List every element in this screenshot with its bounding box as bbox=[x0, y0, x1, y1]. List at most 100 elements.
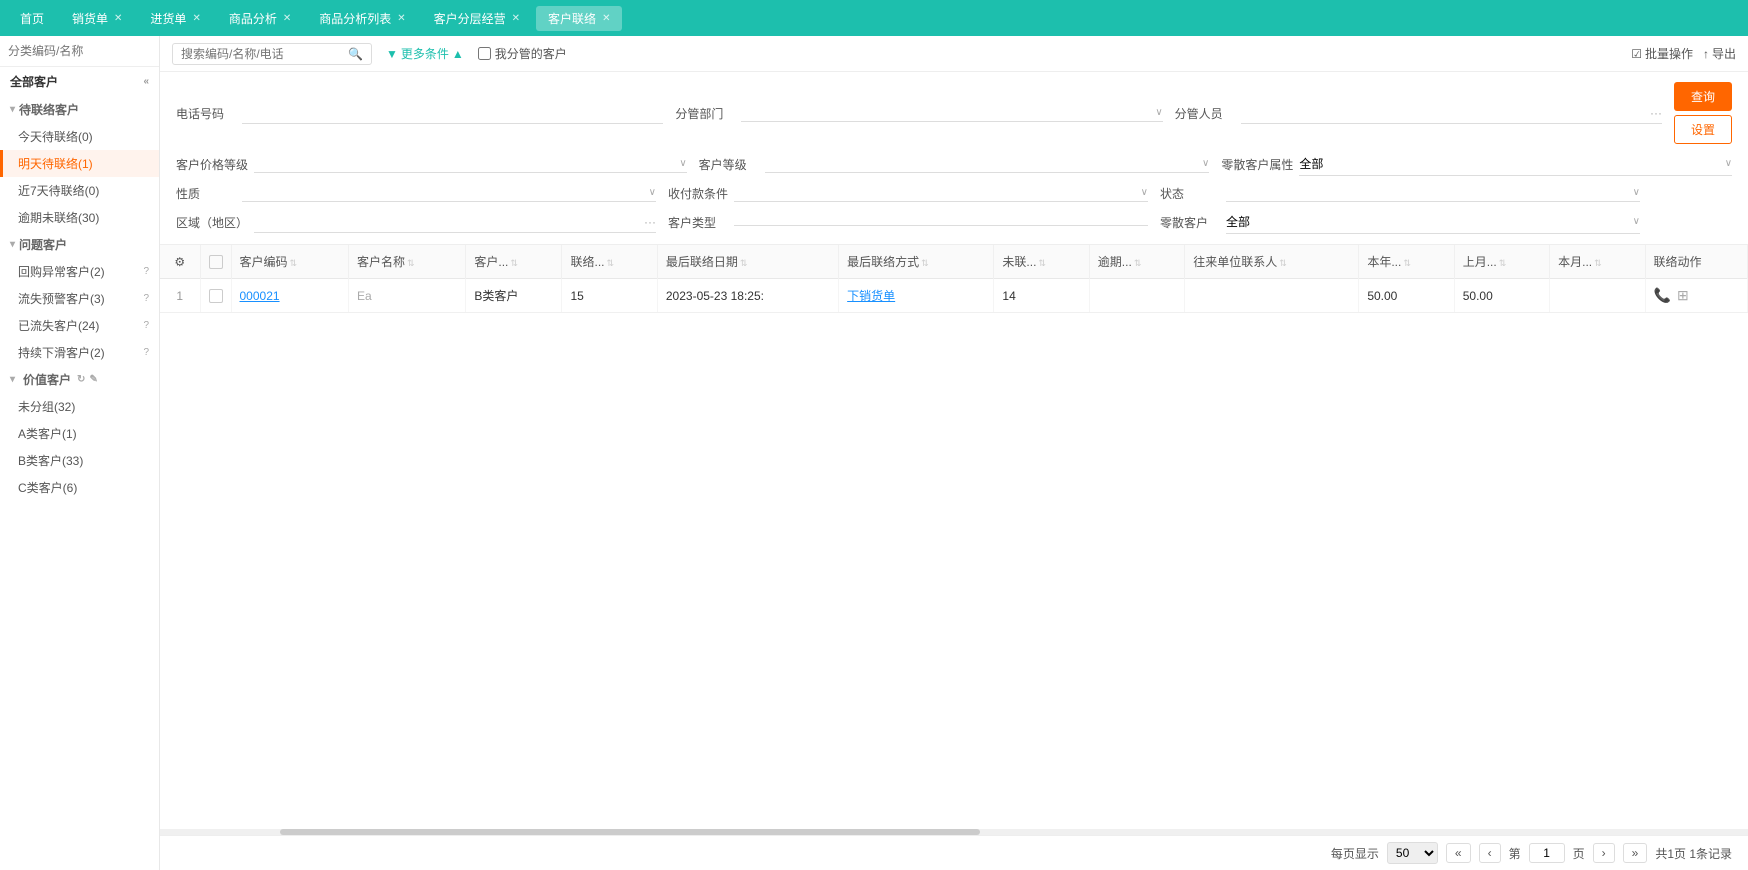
first-page-btn[interactable]: « bbox=[1446, 843, 1471, 863]
nav-customer-tier[interactable]: 客户分层经营 ✕ bbox=[422, 6, 532, 31]
nav-purchase-close-icon[interactable]: ✕ bbox=[192, 13, 200, 24]
search-input[interactable] bbox=[181, 47, 344, 61]
my-customers-label[interactable]: 我分管的客户 bbox=[478, 45, 567, 62]
filter-retail-attr-select[interactable]: 全部 ∨ bbox=[1299, 152, 1732, 176]
filter-phone-input[interactable] bbox=[242, 103, 663, 124]
th-contact-person: 往来单位联系人⇅ bbox=[1185, 245, 1359, 279]
sidebar-item-7days[interactable]: 近7天待联络(0) bbox=[0, 177, 159, 204]
nav-customer-contact-close-icon[interactable]: ✕ bbox=[602, 13, 610, 24]
nav-home-label: 首页 bbox=[20, 10, 44, 27]
top-nav: 首页 销货单 ✕ 进货单 ✕ 商品分析 ✕ 商品分析列表 ✕ 客户分层经营 ✕ … bbox=[0, 0, 1748, 36]
sidebar-item-today[interactable]: 今天待联络(0) bbox=[0, 123, 159, 150]
sort-type-icon: ⇅ bbox=[510, 258, 518, 268]
page-label: 第 bbox=[1509, 845, 1521, 862]
filter-nature-select[interactable]: ∨ bbox=[242, 184, 656, 202]
td-action: 📞 ⊞ bbox=[1645, 279, 1748, 313]
td-uncontacted: 14 bbox=[994, 279, 1089, 313]
filter-payment-select[interactable]: ∨ bbox=[734, 184, 1148, 202]
row-checkbox[interactable] bbox=[209, 289, 223, 303]
horizontal-scrollbar[interactable] bbox=[160, 829, 1748, 835]
filter-customer-level-label: 客户等级 bbox=[699, 156, 759, 173]
my-customers-checkbox[interactable] bbox=[478, 47, 491, 60]
sidebar-item-declining[interactable]: 持续下滑客户(2)? bbox=[0, 339, 159, 366]
last-contact-method-link[interactable]: 下销货单 bbox=[847, 289, 895, 303]
filter-price-level-select[interactable]: ∨ bbox=[254, 155, 687, 173]
filter-nature-label: 性质 bbox=[176, 185, 236, 202]
filter-status-select[interactable]: ∨ bbox=[1226, 184, 1640, 202]
nav-product-analysis-close-icon[interactable]: ✕ bbox=[283, 13, 291, 24]
search-icon[interactable]: 🔍 bbox=[348, 47, 363, 61]
th-last-month: 上月...⇅ bbox=[1454, 245, 1549, 279]
action-icons: 📞 ⊞ bbox=[1654, 287, 1740, 304]
td-contact-person bbox=[1185, 279, 1359, 313]
filter-row-3: 性质 ∨ 收付款条件 ∨ 状态 bbox=[176, 184, 1732, 202]
page-of-label: 页 bbox=[1573, 845, 1585, 862]
filter-retail-select[interactable]: 全部 ∨ bbox=[1226, 210, 1640, 234]
sidebar-item-warning[interactable]: 流失预警客户(3)? bbox=[0, 285, 159, 312]
filter-retail-label: 零散客户 bbox=[1160, 214, 1220, 231]
filter-person-select[interactable]: ··· bbox=[1241, 103, 1662, 124]
value-group-edit-icon[interactable]: ✎ bbox=[89, 374, 97, 385]
filter-nature: 性质 ∨ bbox=[176, 184, 656, 202]
prev-page-btn[interactable]: ‹ bbox=[1479, 843, 1501, 863]
last-page-btn[interactable]: » bbox=[1623, 843, 1648, 863]
td-this-month bbox=[1550, 279, 1645, 313]
sidebar-item-a-class[interactable]: A类客户(1) bbox=[0, 420, 159, 447]
settings-btn[interactable]: 设置 bbox=[1674, 115, 1732, 144]
filter-row-1: 电话号码 分管部门 ∨ 分管人员 ··· bbox=[176, 82, 1732, 144]
td-overdue bbox=[1089, 279, 1184, 313]
sidebar-item-overdue[interactable]: 逾期未联络(30) bbox=[0, 204, 159, 231]
nav-customer-tier-close-icon[interactable]: ✕ bbox=[512, 13, 520, 24]
gear-icon[interactable]: ⚙ bbox=[174, 255, 185, 269]
sidebar-item-abnormal[interactable]: 回购异常客户(2)? bbox=[0, 258, 159, 285]
sidebar-group-problem[interactable]: 问题客户 bbox=[0, 231, 159, 258]
th-contact-count: 联络...⇅ bbox=[562, 245, 657, 279]
scrollbar-thumb[interactable] bbox=[280, 829, 980, 835]
nav-purchase[interactable]: 进货单 ✕ bbox=[138, 6, 212, 31]
filter-price-level: 客户价格等级 ∨ bbox=[176, 155, 687, 173]
sidebar-item-lost[interactable]: 已流失客户(24)? bbox=[0, 312, 159, 339]
nav-customer-contact[interactable]: 客户联络 ✕ bbox=[536, 6, 622, 31]
export-btn[interactable]: ↑ 导出 bbox=[1703, 45, 1736, 62]
filter-dept-select[interactable]: ∨ bbox=[741, 104, 1162, 122]
sort-overdue-icon: ⇅ bbox=[1134, 258, 1142, 268]
nav-sales-close-icon[interactable]: ✕ bbox=[114, 13, 122, 24]
all-customers-header[interactable]: 全部客户 « bbox=[0, 67, 159, 96]
region-dots[interactable]: ··· bbox=[644, 215, 656, 229]
td-last-contact-method: 下销货单 bbox=[839, 279, 994, 313]
nav-product-analysis-label: 商品分析 bbox=[229, 10, 277, 27]
sidebar-search-input[interactable] bbox=[8, 44, 160, 58]
filter-phone: 电话号码 bbox=[176, 103, 663, 124]
filter-customer-level-select[interactable]: ∨ bbox=[765, 155, 1210, 173]
td-code[interactable]: 000021 bbox=[231, 279, 348, 313]
query-btn[interactable]: 查询 bbox=[1674, 82, 1732, 111]
nav-customer-tier-label: 客户分层经营 bbox=[434, 10, 506, 27]
nav-product-analysis[interactable]: 商品分析 ✕ bbox=[217, 6, 303, 31]
nav-home[interactable]: 首页 bbox=[8, 6, 56, 31]
sidebar-item-c-class[interactable]: C类客户(6) bbox=[0, 474, 159, 501]
batch-op-btn[interactable]: ☑ 批量操作 bbox=[1631, 45, 1693, 62]
call-icon[interactable]: 📞 bbox=[1654, 287, 1671, 304]
nav-sales[interactable]: 销货单 ✕ bbox=[60, 6, 134, 31]
all-customers-label: 全部客户 bbox=[10, 73, 58, 90]
nav-product-list-close-icon[interactable]: ✕ bbox=[397, 13, 405, 24]
nav-product-list[interactable]: 商品分析列表 ✕ bbox=[307, 6, 417, 31]
retail-attr-arrow-icon: ∨ bbox=[1725, 158, 1732, 169]
sidebar-group-pending[interactable]: 待联络客户 bbox=[0, 96, 159, 123]
next-page-btn[interactable]: › bbox=[1593, 843, 1615, 863]
filter-customer-type-select[interactable] bbox=[734, 219, 1148, 226]
sidebar-item-b-class[interactable]: B类客户(33) bbox=[0, 447, 159, 474]
filter-more-btn[interactable]: ▼ 更多条件 ▲ bbox=[380, 42, 470, 65]
page-size-select[interactable]: 50 100 200 bbox=[1387, 842, 1438, 864]
header-checkbox[interactable] bbox=[209, 255, 223, 269]
filter-person-dots[interactable]: ··· bbox=[1650, 106, 1662, 120]
page-num-input[interactable] bbox=[1529, 843, 1565, 863]
sidebar-item-tomorrow[interactable]: 明天待联络(1) bbox=[0, 150, 159, 177]
retail-arrow-icon: ∨ bbox=[1633, 216, 1640, 227]
value-group-refresh-icon[interactable]: ↻ bbox=[77, 374, 85, 385]
sidebar-item-ungrouped[interactable]: 未分组(32) bbox=[0, 393, 159, 420]
sort-last-contact-method-icon: ⇅ bbox=[921, 258, 929, 268]
filter-region-select[interactable]: ··· bbox=[254, 212, 656, 233]
menu-icon[interactable]: ⊞ bbox=[1677, 287, 1689, 304]
sidebar-group-value[interactable]: 价值客户 ↻ ✎ bbox=[0, 366, 159, 393]
